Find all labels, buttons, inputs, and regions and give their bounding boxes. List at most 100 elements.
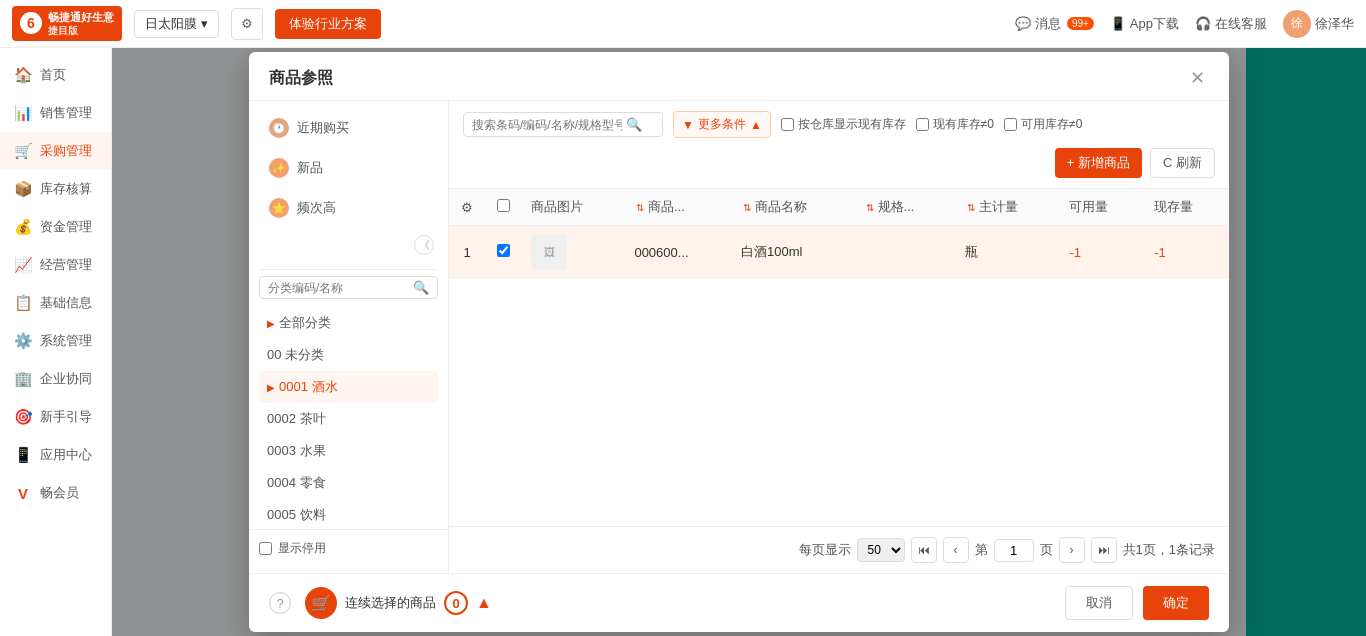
select-all-checkbox[interactable] bbox=[497, 199, 510, 212]
nav-app-download[interactable]: 📱 App下载 bbox=[1110, 15, 1179, 33]
chevron-up-icon: ▲ bbox=[750, 118, 762, 132]
category-item-c0003[interactable]: 0003 水果 bbox=[259, 435, 438, 467]
enterprise-icon: 🏢 bbox=[14, 370, 32, 388]
cart-area: 🛒 连续选择的商品 0 ▲ bbox=[305, 587, 1051, 619]
category-item-c0005[interactable]: 0005 饮料 bbox=[259, 499, 438, 529]
th-unit: ⇅ 主计量 bbox=[955, 189, 1059, 226]
col-name-label: 商品名称 bbox=[755, 199, 807, 214]
category-item-c0001[interactable]: ▶ 0001 酒水 bbox=[259, 371, 438, 403]
category-label-c0003: 0003 水果 bbox=[267, 442, 326, 460]
collapse-left-panel-btn[interactable]: 《 bbox=[414, 235, 434, 255]
td-available: -1 bbox=[1059, 226, 1144, 279]
sidebar-item-finance[interactable]: 💰 资金管理 bbox=[0, 208, 111, 246]
sidebar-label-member: 畅会员 bbox=[40, 484, 79, 502]
category-item-all[interactable]: ▶ 全部分类 bbox=[259, 307, 438, 339]
message-icon: 💬 bbox=[1015, 16, 1031, 31]
add-product-btn[interactable]: + 新增商品 bbox=[1055, 148, 1142, 178]
sidebar-item-guide[interactable]: 🎯 新手引导 bbox=[0, 398, 111, 436]
modal-title: 商品参照 bbox=[269, 68, 333, 89]
product-search-input[interactable] bbox=[472, 118, 622, 132]
sort-icon-unit: ⇅ bbox=[967, 202, 975, 213]
trial-btn[interactable]: 体验行业方案 bbox=[275, 9, 381, 39]
sidebar-item-operation[interactable]: 📈 经营管理 bbox=[0, 246, 111, 284]
warehouse-display-checkbox-label[interactable]: 按仓库显示现有库存 bbox=[781, 116, 906, 133]
category-label-c0002: 0002 茶叶 bbox=[267, 410, 326, 428]
left-menu-new[interactable]: ✨ 新品 bbox=[259, 151, 438, 185]
sort-icon-code: ⇅ bbox=[636, 202, 644, 213]
available-stock-checkbox-label[interactable]: 现有库存≠0 bbox=[916, 116, 994, 133]
category-label-c0004: 0004 零食 bbox=[267, 474, 326, 492]
prev-page-btn[interactable]: ‹ bbox=[943, 537, 969, 563]
nav-user[interactable]: 徐 徐泽华 bbox=[1283, 10, 1354, 38]
cancel-btn[interactable]: 取消 bbox=[1065, 586, 1133, 620]
refresh-btn[interactable]: C 刷新 bbox=[1150, 148, 1215, 178]
category-item-c0004[interactable]: 0004 零食 bbox=[259, 467, 438, 499]
modal-footer: ? 🛒 连续选择的商品 0 ▲ 取消 确定 bbox=[249, 573, 1229, 632]
content-area: 商品参照 ✕ 🕐 近期购买 ✨ 新 bbox=[112, 48, 1366, 636]
nav-message[interactable]: 💬 消息 99+ bbox=[1015, 15, 1094, 33]
td-index: 1 bbox=[449, 226, 485, 279]
category-item-c00[interactable]: 00 未分类 bbox=[259, 339, 438, 371]
more-filter-btn[interactable]: ▼ 更多条件 ▲ bbox=[673, 111, 771, 138]
col-available-label: 可用量 bbox=[1069, 199, 1108, 214]
right-panel: 🔍 ▼ 更多条件 ▲ 按仓库显示现有库存 bbox=[449, 101, 1229, 573]
left-menu-recent-label: 近期购买 bbox=[297, 119, 349, 137]
page-number-input[interactable] bbox=[994, 539, 1034, 562]
logo: 6 畅捷通好生意 捷目版 bbox=[12, 6, 122, 41]
collapse-up-icon[interactable]: ▲ bbox=[476, 594, 492, 612]
page-suffix-label: 页 bbox=[1040, 541, 1053, 559]
sidebar-item-enterprise[interactable]: 🏢 企业协同 bbox=[0, 360, 111, 398]
nav-company-dropdown[interactable]: 日太阳膜 ▾ bbox=[134, 10, 219, 38]
sidebar-item-basic[interactable]: 📋 基础信息 bbox=[0, 284, 111, 322]
confirm-btn[interactable]: 确定 bbox=[1143, 586, 1209, 620]
inventory-icon: 📦 bbox=[14, 180, 32, 198]
sidebar-item-purchase[interactable]: 🛒 采购管理 bbox=[0, 132, 111, 170]
settings-col-icon[interactable]: ⚙ bbox=[461, 200, 473, 215]
guide-icon: 🎯 bbox=[14, 408, 32, 426]
first-page-btn[interactable]: ⏮ bbox=[911, 537, 937, 563]
table-row[interactable]: 1 🖼 bbox=[449, 226, 1229, 279]
nav-message-label: 消息 bbox=[1035, 15, 1061, 33]
left-menu-frequent[interactable]: ⭐ 频次高 bbox=[259, 191, 438, 225]
left-menu-recent[interactable]: 🕐 近期购买 bbox=[259, 111, 438, 145]
nav-customer-service[interactable]: 🎧 在线客服 bbox=[1195, 15, 1267, 33]
sidebar-item-member[interactable]: V 畅会员 bbox=[0, 474, 111, 512]
pagination: 每页显示 50 ⏮ ‹ 第 页 › ⏭ 共1页，1条记录 bbox=[449, 526, 1229, 573]
category-search-input[interactable] bbox=[268, 281, 409, 295]
th-code: ⇅ 商品... bbox=[624, 189, 731, 226]
available-stock-checkbox[interactable] bbox=[916, 118, 929, 131]
nav-service-label: 在线客服 bbox=[1215, 15, 1267, 33]
usable-stock-checkbox-label[interactable]: 可用库存≠0 bbox=[1004, 116, 1082, 133]
sidebar-label-sales: 销售管理 bbox=[40, 104, 92, 122]
sidebar-label-guide: 新手引导 bbox=[40, 408, 92, 426]
sidebar-label-operation: 经营管理 bbox=[40, 256, 92, 274]
warehouse-display-checkbox[interactable] bbox=[781, 118, 794, 131]
total-label: 共1页，1条记录 bbox=[1123, 541, 1215, 559]
page-size-select[interactable]: 50 bbox=[857, 538, 905, 562]
last-page-btn[interactable]: ⏭ bbox=[1091, 537, 1117, 563]
settings-icon[interactable]: ⚙ bbox=[231, 8, 263, 40]
arrow-icon-c0001: ▶ bbox=[267, 382, 275, 393]
col-stock-label: 现存量 bbox=[1154, 199, 1193, 214]
show-disabled-checkbox[interactable] bbox=[259, 542, 272, 555]
sidebar-item-inventory[interactable]: 📦 库存核算 bbox=[0, 170, 111, 208]
image-placeholder-icon: 🖼 bbox=[544, 246, 555, 258]
sidebar-item-home[interactable]: 🏠 首页 bbox=[0, 56, 111, 94]
filter-icon: ▼ bbox=[682, 118, 694, 132]
modal-close-button[interactable]: ✕ bbox=[1185, 66, 1209, 90]
sidebar-item-appcenter[interactable]: 📱 应用中心 bbox=[0, 436, 111, 474]
sidebar-label-appcenter: 应用中心 bbox=[40, 446, 92, 464]
sidebar-item-system[interactable]: ⚙️ 系统管理 bbox=[0, 322, 111, 360]
category-search-icon[interactable]: 🔍 bbox=[413, 280, 429, 295]
usable-stock-checkbox[interactable] bbox=[1004, 118, 1017, 131]
category-item-c0002[interactable]: 0002 茶叶 bbox=[259, 403, 438, 435]
product-search-icon[interactable]: 🔍 bbox=[626, 117, 642, 132]
sidebar-item-sales[interactable]: 📊 销售管理 bbox=[0, 94, 111, 132]
row-checkbox[interactable] bbox=[497, 244, 510, 257]
main-layout: 🏠 首页 📊 销售管理 🛒 采购管理 📦 库存核算 💰 资金管理 📈 经营管理 … bbox=[0, 48, 1366, 636]
help-icon[interactable]: ? bbox=[269, 592, 291, 614]
category-label-c00: 00 未分类 bbox=[267, 346, 324, 364]
table-header-row: ⚙ 商品图片 bbox=[449, 189, 1229, 226]
next-page-btn[interactable]: › bbox=[1059, 537, 1085, 563]
td-name: 白酒100ml bbox=[731, 226, 854, 279]
